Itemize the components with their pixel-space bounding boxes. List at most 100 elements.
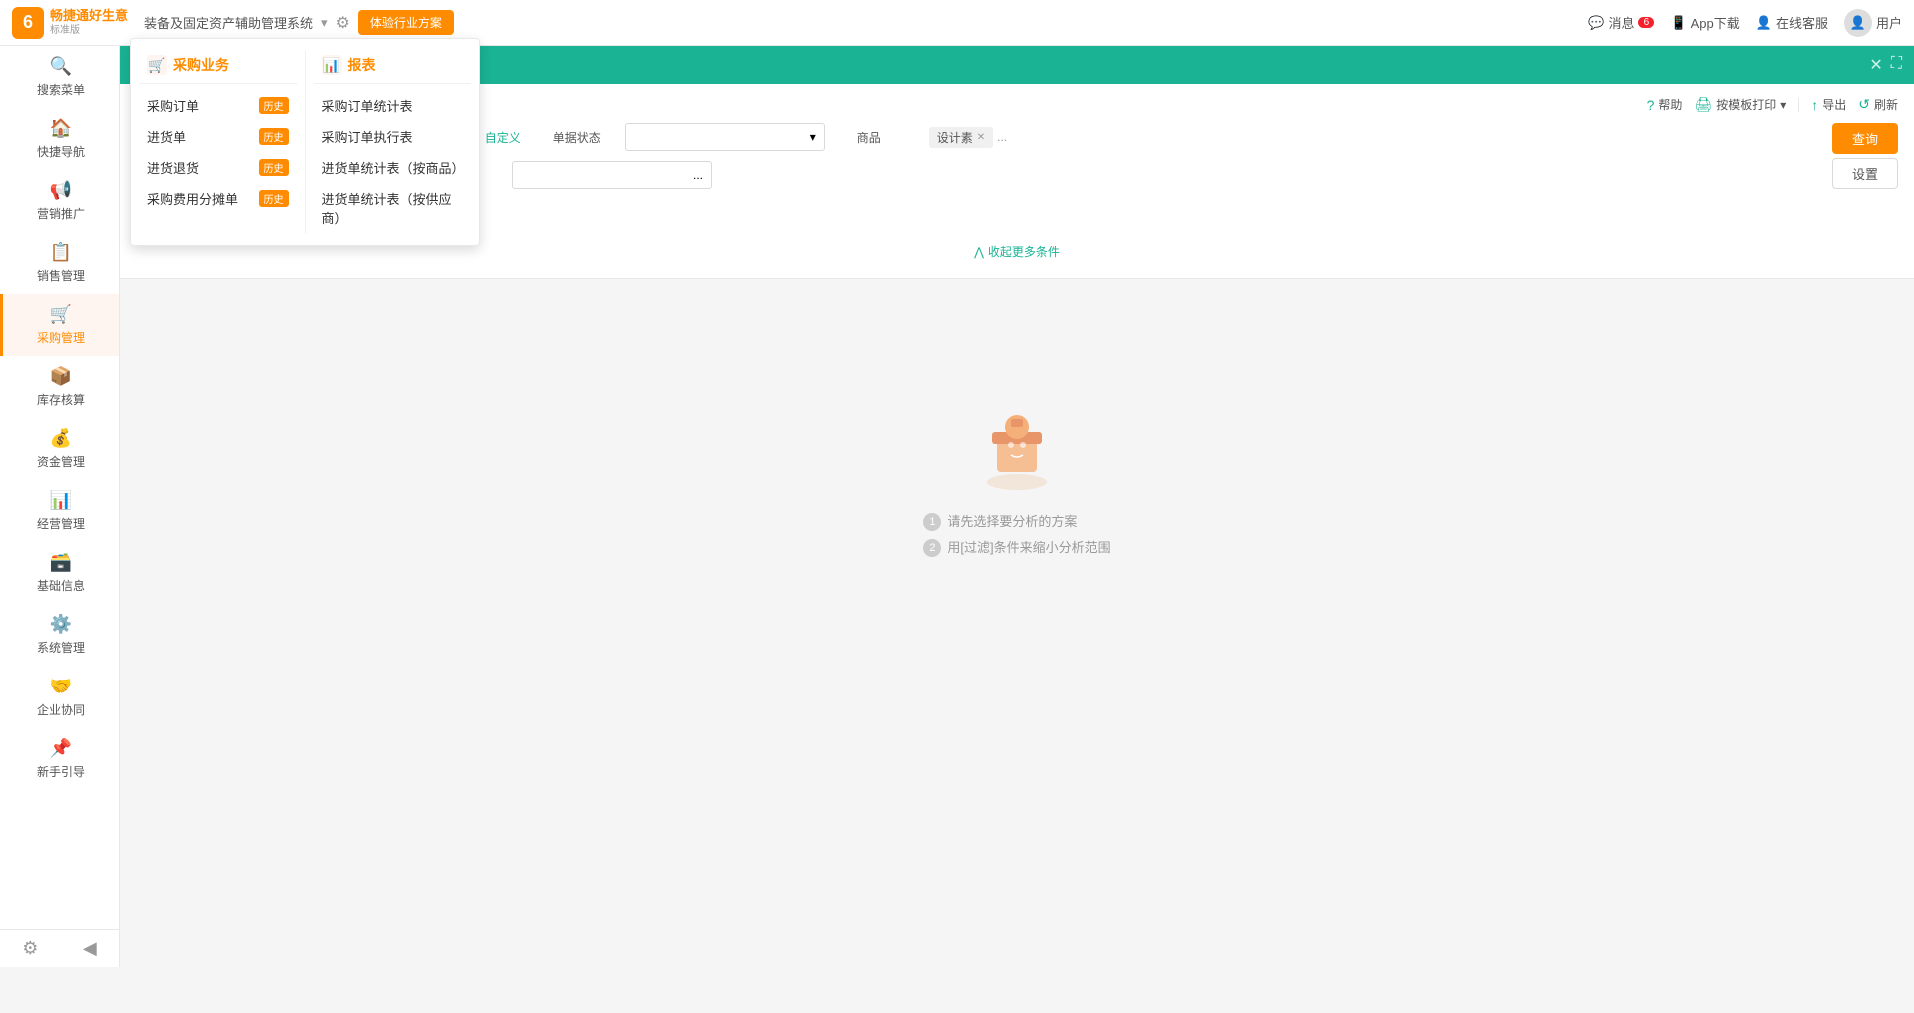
dropdown-item[interactable]: 采购订单执行表 <box>314 121 472 152</box>
sidebar-bottom: ⚙ ◀ <box>0 929 119 967</box>
purchase-business-icon: 🛒 <box>147 55 167 75</box>
window-expand-icon[interactable]: ⛶ <box>1891 55 1902 75</box>
dropdown-item-label: 采购费用分摊单 <box>147 189 238 208</box>
tab-window-controls: ✕ ⛶ <box>1857 55 1914 75</box>
refresh-icon: ↺ <box>1858 96 1870 113</box>
help-item[interactable]: ? 帮助 <box>1647 96 1683 113</box>
sidebar-item-search[interactable]: 🔍 搜索菜单 <box>0 46 119 108</box>
dropdown-col2-items: 采购订单统计表采购订单执行表进货单统计表（按商品） 进货单统计表（按供应商） <box>314 90 472 233</box>
goods-label: 商品 <box>857 129 917 146</box>
dropdown-item-label: 进货退货 <box>147 158 199 177</box>
sidebar-label-basic-info: 基础信息 <box>37 577 85 594</box>
app-download-item[interactable]: 📱 App下载 <box>1670 13 1739 32</box>
goods-filter: 设计素 ✕ ... <box>929 127 1007 148</box>
online-service-item[interactable]: 👤 在线客服 <box>1756 13 1828 32</box>
sidebar-collapse-icon[interactable]: ◀ <box>83 938 97 959</box>
history-badge: 历史 <box>259 190 289 207</box>
purchase-dropdown-menu: 🛒 采购业务 采购订单 历史 进货单 历史 进货退货 历史 采购费用分摊单 历史… <box>130 38 480 246</box>
logo-area: 6 畅捷通好生意 标准版 <box>12 7 132 39</box>
sidebar-icon-purchase: 🛒 <box>50 304 72 325</box>
sidebar-icon-basic-info: 🗃️ <box>50 552 72 573</box>
sidebar-label-quick-nav: 快捷导航 <box>37 143 85 160</box>
sidebar-item-system[interactable]: ⚙️ 系统管理 <box>0 604 119 666</box>
service-icon: 👤 <box>1756 15 1772 31</box>
sidebar-item-operations[interactable]: 📊 经营管理 <box>0 480 119 542</box>
sidebar-label-finance: 资金管理 <box>37 453 85 470</box>
sidebar-label-operations: 经营管理 <box>37 515 85 532</box>
sidebar-icon-inventory: 📦 <box>50 366 72 387</box>
dropdown-item[interactable]: 进货单统计表（按供应商） <box>314 183 472 233</box>
salesperson-more[interactable]: ... <box>693 168 703 182</box>
sidebar-item-purchase[interactable]: 🛒 采购管理 <box>0 294 119 356</box>
sidebar-item-finance[interactable]: 💰 资金管理 <box>0 418 119 480</box>
system-title: 装备及固定资产辅助管理系统 <box>144 13 313 32</box>
dropdown-item-label: 进货单统计表（按商品） <box>322 158 464 177</box>
goods-more-btn[interactable]: ... <box>997 130 1007 144</box>
empty-illustration <box>967 397 1067 497</box>
voucher-status-select[interactable]: ▾ <box>625 123 825 151</box>
edition-label: 标准版 <box>50 24 128 37</box>
sidebar-items: 🔍 搜索菜单 🏠 快捷导航 📢 营销推广 📋 销售管理 🛒 采购管理 📦 库存核… <box>0 46 119 790</box>
purchase-business-header: 🛒 采购业务 <box>139 51 297 84</box>
dropdown-item[interactable]: 采购费用分摊单 历史 <box>139 183 297 214</box>
sidebar-item-inventory[interactable]: 📦 库存核算 <box>0 356 119 418</box>
divider <box>1798 98 1799 112</box>
sidebar-label-purchase: 采购管理 <box>37 329 85 346</box>
sidebar-settings-icon[interactable]: ⚙ <box>22 938 38 959</box>
sidebar-item-basic-info[interactable]: 🗃️ 基础信息 <box>0 542 119 604</box>
dropdown-item[interactable]: 采购订单 历史 <box>139 90 297 121</box>
export-icon: ↑ <box>1811 97 1818 113</box>
user-label: 用户 <box>1876 13 1902 32</box>
window-close-icon[interactable]: ✕ <box>1869 55 1882 75</box>
query-btn[interactable]: 查询 <box>1832 123 1898 154</box>
salesperson-select[interactable]: ... <box>512 161 712 189</box>
dropdown-item-label: 进货单统计表（按供应商） <box>322 189 464 227</box>
empty-state: 1 请先选择要分析的方案 2 用[过滤]条件来缩小分析范围 <box>120 279 1914 679</box>
online-service-label: 在线客服 <box>1776 13 1828 32</box>
dropdown-item[interactable]: 进货退货 历史 <box>139 152 297 183</box>
app-download-label: App下载 <box>1691 13 1740 32</box>
user-item[interactable]: 👤 用户 <box>1844 9 1902 37</box>
history-badge: 历史 <box>259 97 289 114</box>
goods-tag-close[interactable]: ✕ <box>977 132 985 143</box>
sidebar-icon-operations: 📊 <box>50 490 72 511</box>
step-1-num: 1 <box>923 513 941 531</box>
collapse-icon: ⋀ <box>974 245 984 259</box>
sidebar-item-sales[interactable]: 📋 销售管理 <box>0 232 119 294</box>
print-item[interactable]: 🖨 按模板打印 ▾ <box>1694 96 1786 113</box>
header-settings-icon[interactable]: ⚙ <box>336 13 350 33</box>
sidebar-label-sales: 销售管理 <box>37 267 85 284</box>
header-center: 装备及固定资产辅助管理系统 ▾ ⚙ 体验行业方案 <box>132 10 1588 35</box>
message-item[interactable]: 💬 消息 6 <box>1588 13 1654 32</box>
logo-icon: 6 <box>12 7 44 39</box>
settings-btn[interactable]: 设置 <box>1832 158 1898 189</box>
sidebar-item-guide[interactable]: 📌 新手引导 <box>0 728 119 790</box>
dropdown-col1-items: 采购订单 历史 进货单 历史 进货退货 历史 采购费用分摊单 历史 <box>139 90 297 214</box>
sidebar-label-enterprise: 企业协同 <box>37 701 85 718</box>
sidebar-icon-guide: 📌 <box>50 738 72 759</box>
help-icon: ? <box>1647 97 1655 113</box>
refresh-item[interactable]: ↺ 刷新 <box>1858 96 1898 113</box>
print-dropdown-icon[interactable]: ▾ <box>1780 98 1786 112</box>
shortcut-custom[interactable]: 自定义 <box>485 129 521 146</box>
system-dropdown-arrow[interactable]: ▾ <box>321 15 328 31</box>
sidebar-icon-enterprise: 🤝 <box>50 676 72 697</box>
message-label: 消息 <box>1608 13 1634 32</box>
dropdown-item[interactable]: 进货单统计表（按商品） <box>314 152 472 183</box>
step-2-num: 2 <box>923 539 941 557</box>
dropdown-item[interactable]: 进货单 历史 <box>139 121 297 152</box>
sidebar-icon-sales: 📋 <box>50 242 72 263</box>
sidebar-icon-finance: 💰 <box>50 428 72 449</box>
sidebar-item-enterprise[interactable]: 🤝 企业协同 <box>0 666 119 728</box>
export-item[interactable]: ↑ 导出 <box>1811 96 1846 113</box>
purchase-report-title: 报表 <box>348 55 376 75</box>
sidebar-item-quick-nav[interactable]: 🏠 快捷导航 <box>0 108 119 170</box>
sidebar-icon-search: 🔍 <box>50 56 72 77</box>
industry-btn[interactable]: 体验行业方案 <box>358 10 454 35</box>
voucher-status-dropdown-icon: ▾ <box>810 130 816 144</box>
sidebar-icon-system: ⚙️ <box>50 614 72 635</box>
dropdown-item[interactable]: 采购订单统计表 <box>314 90 472 121</box>
purchase-report-header: 📊 报表 <box>314 51 472 84</box>
sidebar-item-marketing[interactable]: 📢 营销推广 <box>0 170 119 232</box>
refresh-label: 刷新 <box>1874 96 1898 113</box>
